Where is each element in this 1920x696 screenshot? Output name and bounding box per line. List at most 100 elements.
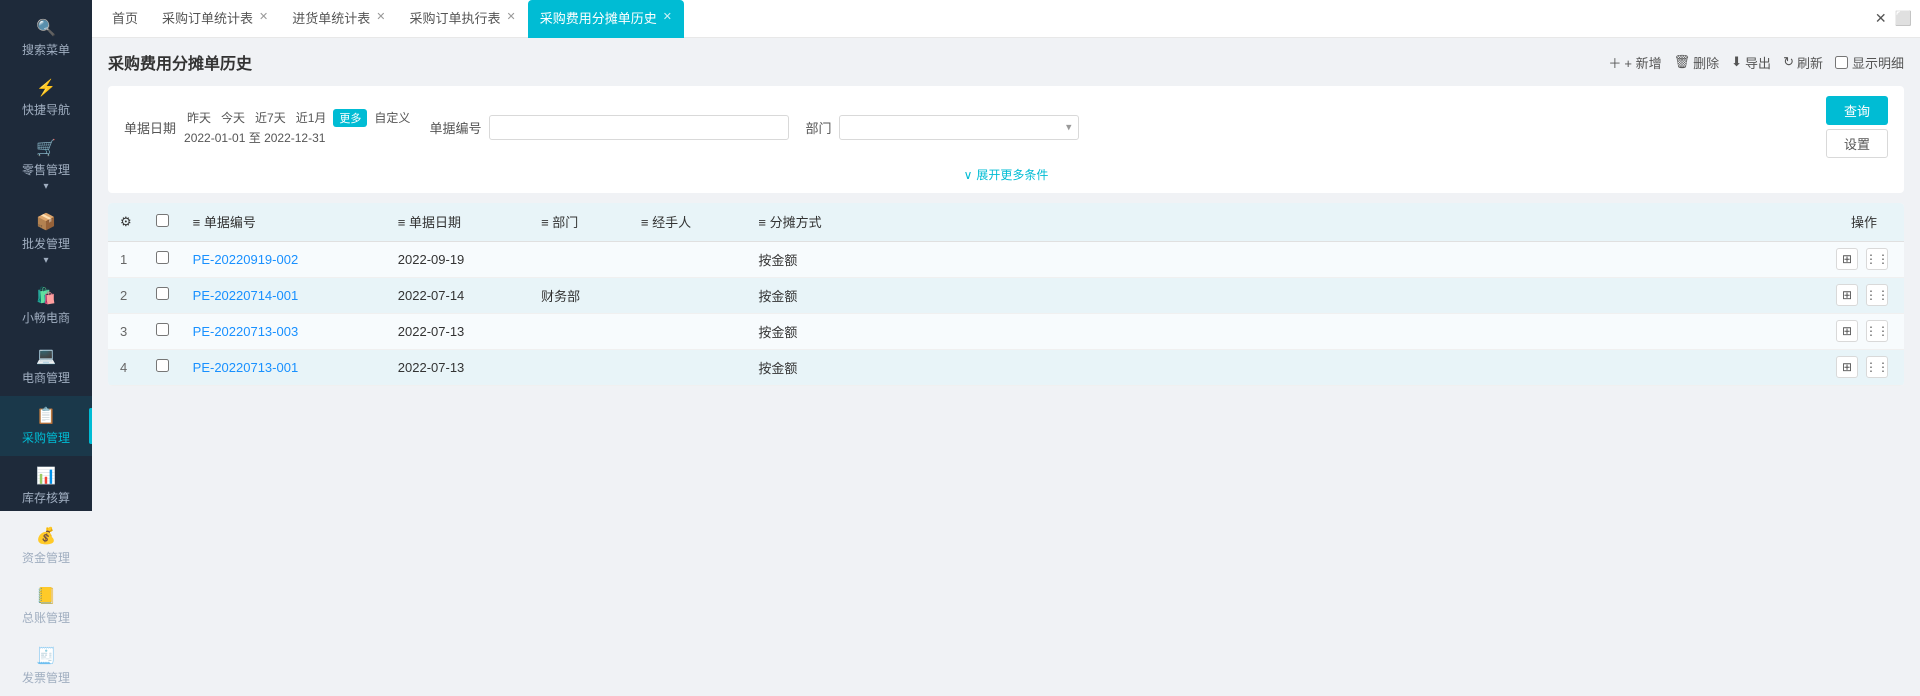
th-handler[interactable]: ≡ 经手人 [629,203,747,241]
sidebar-label-purchase: 采购管理 [22,429,70,446]
tab-incoming-stats[interactable]: 进货单统计表 ✕ [280,0,397,38]
tab-home[interactable]: 首页 [100,0,150,38]
row-check-2[interactable] [156,323,169,336]
row-edit-btn-0[interactable]: ⊞ [1836,248,1858,270]
date-7days[interactable]: 近7天 [252,108,289,127]
th-order-no[interactable]: ≡ 单据编号 [181,203,386,241]
sidebar-item-ecom[interactable]: 💻 电商管理 [0,336,92,396]
inventory-icon: 📊 [36,466,56,486]
sidebar-item-ledger[interactable]: 📒 总账管理 [0,576,92,636]
purchase-order-exec-label: 采购订单执行表 [409,8,500,27]
sidebar-item-ecom-small[interactable]: 🛍️ 小畅电商 [0,276,92,336]
maximize-icon[interactable]: ⬜ [1895,10,1912,27]
th-method[interactable]: ≡ 分摊方式 [746,203,1824,241]
date-today[interactable]: 今天 [218,108,248,127]
row-more-btn-0[interactable]: ⋮⋮ [1866,248,1888,270]
wholesale-icon: 📦 [36,212,56,232]
row-more-btn-2[interactable]: ⋮⋮ [1866,320,1888,342]
row-checkbox-2[interactable] [144,313,181,349]
th-date[interactable]: ≡ 单据日期 [386,203,529,241]
settings-icon[interactable]: ⚙ [120,214,132,229]
row-dept-1: 财务部 [529,277,629,313]
tab-close-incoming-stats[interactable]: ✕ [376,12,385,23]
order-no-link-3[interactable]: PE-20220713-001 [193,360,299,375]
row-order-no-0: PE-20220919-002 [181,241,386,277]
order-no-link-0[interactable]: PE-20220919-002 [193,252,299,267]
tab-close-purchase-order-exec[interactable]: ✕ [507,12,516,23]
show-columns-checkbox[interactable]: 显示明细 [1835,53,1904,72]
sidebar-label-invoice: 发票管理 [22,669,70,686]
invoice-icon: 🧾 [36,646,56,666]
table-row: 2 PE-20220714-001 2022-07-14 财务部 按金额 ⊞ ⋮… [108,277,1904,313]
row-num-0: 1 [108,241,144,277]
row-edit-btn-1[interactable]: ⊞ [1836,284,1858,306]
refresh-button[interactable]: ↻ 刷新 [1783,53,1823,72]
show-columns-label: 显示明细 [1852,53,1904,72]
row-checkbox-3[interactable] [144,349,181,385]
export-button[interactable]: ⬇ 导出 [1731,53,1771,72]
sidebar-label-ledger: 总账管理 [22,609,70,626]
order-no-input[interactable] [489,115,789,140]
sidebar-item-search[interactable]: 🔍 搜索菜单 [0,8,92,68]
row-check-3[interactable] [156,359,169,372]
date-1month[interactable]: 近1月 [293,108,330,127]
row-method-3: 按金额 [746,349,1824,385]
order-no-link-1[interactable]: PE-20220714-001 [193,288,299,303]
row-more-btn-1[interactable]: ⋮⋮ [1866,284,1888,306]
row-dept-2 [529,313,629,349]
select-all-checkbox[interactable] [156,214,169,227]
row-checkbox-0[interactable] [144,241,181,277]
order-no-link-2[interactable]: PE-20220713-003 [193,324,299,339]
date-yesterday[interactable]: 昨天 [184,108,214,127]
header-actions: ＋ + 新增 🗑 删除 ⬇ 导出 ↻ 刷新 显示明细 [1608,53,1904,72]
query-button[interactable]: 查询 [1826,96,1888,125]
sidebar-item-invoice[interactable]: 🧾 发票管理 [0,636,92,696]
refresh-label: 刷新 [1797,53,1823,72]
th-dept[interactable]: ≡ 部门 [529,203,629,241]
row-checkbox-1[interactable] [144,277,181,313]
tab-close-purchase-cost-history[interactable]: ✕ [663,12,672,23]
tab-purchase-order-stats[interactable]: 采购订单统计表 ✕ [150,0,280,38]
row-date-3: 2022-07-13 [386,349,529,385]
sidebar-item-finance[interactable]: 💰 资金管理 [0,516,92,576]
show-columns-input[interactable] [1835,56,1848,69]
sidebar-item-inventory[interactable]: 📊 库存核算 [0,456,92,516]
row-dept-3 [529,349,629,385]
add-button[interactable]: ＋ + 新增 [1608,53,1661,72]
row-handler-3 [629,349,747,385]
setting-button[interactable]: 设置 [1826,129,1888,158]
sidebar-item-quicknav[interactable]: ⚡ 快捷导航 [0,68,92,128]
row-edit-btn-2[interactable]: ⊞ [1836,320,1858,342]
add-label: + 新增 [1624,53,1661,72]
tab-bar: 首页 采购订单统计表 ✕ 进货单统计表 ✕ 采购订单执行表 ✕ 采购费用分摊单历… [92,0,1920,38]
records-table: ⚙ ≡ 单据编号 ≡ 单据日期 ≡ 部门 [108,203,1904,386]
row-more-btn-3[interactable]: ⋮⋮ [1866,356,1888,378]
expand-more-btn[interactable]: ∨ 展开更多条件 [124,166,1888,183]
close-tab-icon[interactable]: ✕ [1875,10,1887,27]
row-check-0[interactable] [156,251,169,264]
th-checkbox[interactable] [144,203,181,241]
sidebar-label-search: 搜索菜单 [22,41,70,58]
dept-select[interactable] [839,115,1079,140]
filter-row: 单据日期 昨天 今天 近7天 近1月 更多 自定义 2022-01-01 至 2… [124,96,1888,158]
tab-purchase-order-exec[interactable]: 采购订单执行表 ✕ [397,0,527,38]
tab-close-purchase-order-stats[interactable]: ✕ [259,12,268,23]
data-table: ⚙ ≡ 单据编号 ≡ 单据日期 ≡ 部门 [108,203,1904,386]
dept-select-wrapper [839,115,1079,140]
sidebar-item-wholesale[interactable]: 📦 批发管理 ▾ [0,202,92,276]
th-date-label: ≡ 单据日期 [398,215,461,230]
page-title: 采购费用分摊单历史 [108,50,252,74]
row-check-1[interactable] [156,287,169,300]
delete-button[interactable]: 🗑 删除 [1674,53,1720,72]
th-settings[interactable]: ⚙ [108,203,144,241]
date-custom[interactable]: 自定义 [371,108,413,127]
sidebar-label-wholesale: 批发管理 [22,235,70,252]
tab-purchase-cost-history[interactable]: 采购费用分摊单历史 ✕ [528,0,684,38]
row-edit-btn-3[interactable]: ⊞ [1836,356,1858,378]
sidebar-item-purchase[interactable]: 📋 采购管理 [0,396,92,456]
date-range-display: 2022-01-01 至 2022-12-31 [184,129,413,146]
date-more[interactable]: 更多 [333,109,367,127]
sidebar-item-retail[interactable]: 🛒 零售管理 ▾ [0,128,92,202]
finance-icon: 💰 [36,526,56,546]
purchase-icon: 📋 [36,406,56,426]
